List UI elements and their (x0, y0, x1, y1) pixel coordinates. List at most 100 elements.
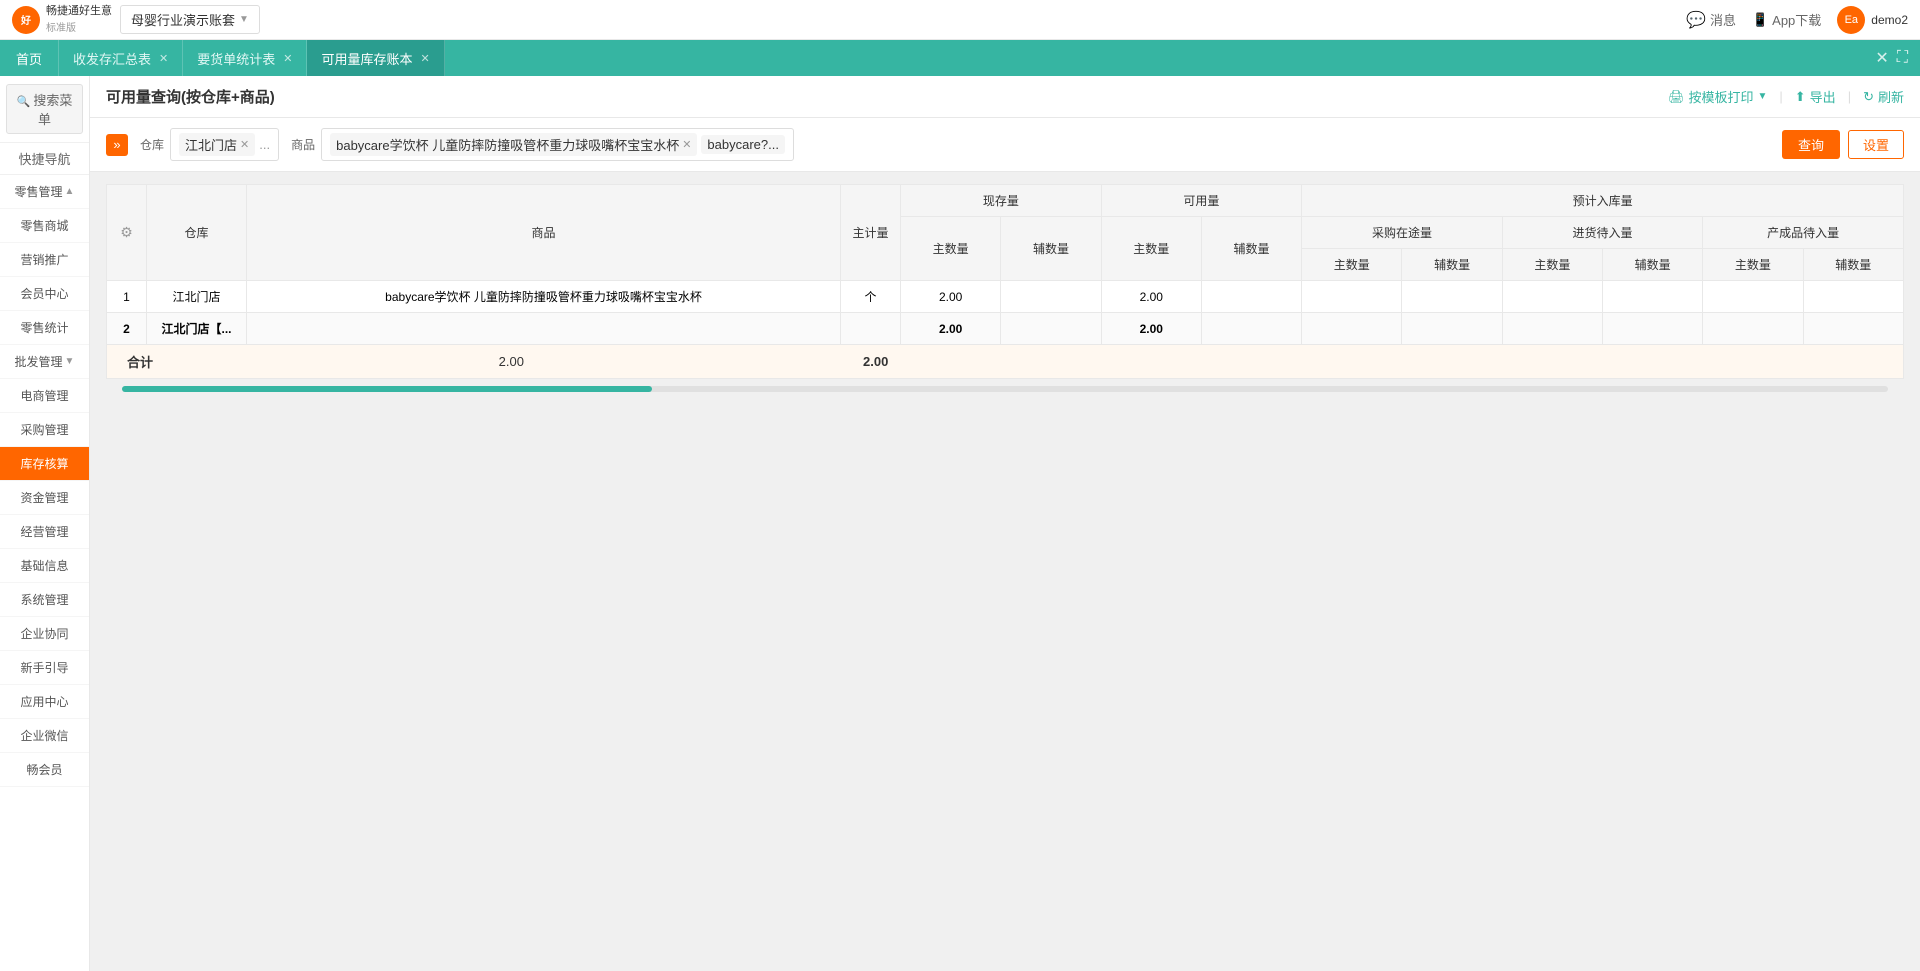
sidebar-item-purchase[interactable]: 采购管理 (0, 413, 89, 447)
product-filter-group: 商品 babycare学饮杯 儿童防摔防撞吸管杯重力球吸嘴杯宝宝水杯 ✕ bab… (291, 128, 794, 161)
row1-seq: 1 (107, 281, 147, 313)
refresh-button[interactable]: ↻ 刷新 (1863, 87, 1904, 106)
top-bar: 好 畅捷通好生意 标准版 母婴行业演示账套 ▼ 💬 消息 📱 App下载 Ea … (0, 0, 1920, 40)
row2-purchase-pending-aux (1603, 313, 1703, 345)
sidebar-item-finance[interactable]: 资金管理 (0, 481, 89, 515)
warehouse-filter-input[interactable]: 江北门店 ✕ ... (170, 128, 279, 161)
row2-warehouse: 江北门店【... (147, 313, 247, 345)
sidebar-item-system[interactable]: 系统管理 (0, 583, 89, 617)
row2-seq: 2 (107, 313, 147, 345)
export-button[interactable]: ⬆ 导出 (1795, 87, 1836, 106)
logo-sub: 标准版 (46, 19, 112, 34)
warehouse-tag-close[interactable]: ✕ (240, 138, 249, 151)
user-area[interactable]: Ea demo2 (1837, 6, 1908, 34)
th-purchase-pending: 进货待入量 (1502, 217, 1703, 249)
product-tag-2: babycare?... (701, 135, 785, 154)
table-footer: 合计 2.00 2.00 (106, 345, 1904, 379)
expand-icon[interactable]: ⛶ (1897, 49, 1908, 67)
th-product-pending: 产成品待入量 (1703, 217, 1904, 249)
sidebar-label-purchase: 采购管理 (20, 421, 68, 438)
nav-tabs: 首页 收发存汇总表 ✕ 要货单统计表 ✕ 可用量库存账本 ✕ ✕ ⛶ (0, 40, 1920, 76)
tab-item-1[interactable]: 收发存汇总表 ✕ (59, 40, 183, 76)
tab-home[interactable]: 首页 (0, 40, 59, 76)
tab-label-2: 要货单统计表 (197, 49, 275, 68)
print-button[interactable]: 🖨 按模板打印 ▼ (1668, 87, 1767, 106)
sidebar-item-appcenter[interactable]: 应用中心 (0, 685, 89, 719)
sidebar-item-member[interactable]: 会员中心 (0, 277, 89, 311)
product-tag-1-close[interactable]: ✕ (682, 138, 691, 151)
tab-close-1[interactable]: ✕ (159, 52, 168, 65)
query-button[interactable]: 查询 (1782, 130, 1840, 159)
sidebar-item-operations[interactable]: 经营管理 (0, 515, 89, 549)
sidebar-label-newguide: 新手引导 (20, 659, 68, 676)
page-header: 可用量查询(按仓库+商品) 🖨 按模板打印 ▼ | ⬆ 导出 | ↻ 刷新 (90, 76, 1920, 118)
tab-label-3: 可用量库存账本 (321, 49, 412, 68)
row2-stock-aux (1001, 313, 1101, 345)
sidebar-label-wechat: 企业微信 (20, 727, 68, 744)
sidebar-search-label: 搜索菜单 (33, 93, 72, 127)
sidebar-nav-button[interactable]: 快捷导航 (0, 143, 89, 175)
app-icon: 📱 (1752, 12, 1768, 28)
sidebar-search-button[interactable]: 🔍 搜索菜单 (6, 84, 83, 134)
row1-purchase-transit-main (1302, 281, 1402, 313)
filter-expand-button[interactable]: » (106, 134, 128, 156)
content-area: 可用量查询(按仓库+商品) 🖨 按模板打印 ▼ | ⬆ 导出 | ↻ 刷新 (90, 76, 1920, 971)
sidebar-label-system: 系统管理 (20, 591, 68, 608)
sidebar-item-zero-mgmt[interactable]: 零售管理 ▲ (0, 175, 89, 209)
sidebar-item-marketing[interactable]: 营销推广 (0, 243, 89, 277)
page-title: 可用量查询(按仓库+商品) (106, 86, 275, 107)
product-tag-2-value: babycare?... (707, 137, 779, 152)
th-stock-main: 主数量 (901, 217, 1001, 281)
row1-purchase-pending-aux (1603, 281, 1703, 313)
warehouse-ellipsis[interactable]: ... (259, 137, 270, 152)
app-download-button[interactable]: 📱 App下载 (1752, 10, 1821, 29)
close-window-icon[interactable]: ✕ (1875, 48, 1888, 68)
sidebar-item-basic[interactable]: 基础信息 (0, 549, 89, 583)
th-seq: ⚙ (107, 185, 147, 281)
message-button[interactable]: 💬 消息 (1686, 10, 1736, 30)
sidebar-item-enterprise[interactable]: 企业协同 (0, 617, 89, 651)
row1-product: babycare学饮杯 儿童防摔防撞吸管杯重力球吸嘴杯宝宝水杯 (247, 281, 841, 313)
th-avail-main: 主数量 (1101, 217, 1201, 281)
sidebar-item-wechat[interactable]: 企业微信 (0, 719, 89, 753)
sidebar-label-appcenter: 应用中心 (20, 693, 68, 710)
sidebar-item-newguide[interactable]: 新手引导 (0, 651, 89, 685)
sidebar-label-member: 会员中心 (20, 285, 68, 302)
row2-purchase-pending-main (1502, 313, 1602, 345)
sidebar-item-ecommerce[interactable]: 电商管理 (0, 379, 89, 413)
sidebar-item-wholesale[interactable]: 批发管理 ▼ (0, 345, 89, 379)
th-purchase-pending-main: 主数量 (1502, 249, 1602, 281)
row1-product-pending-main (1703, 281, 1803, 313)
message-label: 消息 (1710, 10, 1736, 29)
sidebar: 🔍 搜索菜单 快捷导航 零售管理 ▲ 零售商城 营销推广 会员中心 零售统计 批… (0, 76, 90, 971)
sidebar-label-inventory: 库存核算 (20, 455, 68, 472)
sidebar-search-area: 🔍 搜索菜单 (0, 76, 89, 143)
sidebar-item-zero-shop[interactable]: 零售商城 (0, 209, 89, 243)
th-available-qty: 可用量 (1101, 185, 1302, 217)
sidebar-item-member2[interactable]: 畅会员 (0, 753, 89, 787)
tab-item-2[interactable]: 要货单统计表 ✕ (183, 40, 307, 76)
footer-avail-main: 2.00 (836, 354, 916, 369)
product-filter-input[interactable]: babycare学饮杯 儿童防摔防撞吸管杯重力球吸嘴杯宝宝水杯 ✕ babyca… (321, 128, 794, 161)
row2-unit (841, 313, 901, 345)
row2-purchase-transit-main (1302, 313, 1402, 345)
th-purchase-transit-aux: 辅数量 (1402, 249, 1502, 281)
tab-item-3[interactable]: 可用量库存账本 ✕ (307, 40, 444, 76)
th-current-stock: 现存量 (901, 185, 1102, 217)
settings-button[interactable]: 设置 (1848, 130, 1904, 159)
sidebar-item-inventory[interactable]: 库存核算 (0, 447, 89, 481)
row1-stock-main: 2.00 (901, 281, 1001, 313)
industry-selector-value: 母婴行业演示账套 (131, 10, 235, 29)
sidebar-item-zero-stat[interactable]: 零售统计 (0, 311, 89, 345)
horizontal-scrollbar[interactable] (122, 386, 1888, 392)
nav-tabs-right: ✕ ⛶ (1863, 48, 1920, 68)
main-layout: 🔍 搜索菜单 快捷导航 零售管理 ▲ 零售商城 营销推广 会员中心 零售统计 批… (0, 76, 1920, 971)
industry-selector[interactable]: 母婴行业演示账套 ▼ (120, 5, 260, 34)
home-label: 首页 (16, 49, 42, 68)
tab-close-3[interactable]: ✕ (421, 52, 430, 65)
tab-close-2[interactable]: ✕ (283, 52, 292, 65)
table-wrapper: ⚙ 仓库 商品 主计量 现存量 可用量 预计入库量 主数量 辅数量 主数量 辅数… (90, 172, 1920, 411)
column-settings-icon[interactable]: ⚙ (120, 224, 133, 240)
th-product: 商品 (247, 185, 841, 281)
th-stock-aux: 辅数量 (1001, 217, 1101, 281)
